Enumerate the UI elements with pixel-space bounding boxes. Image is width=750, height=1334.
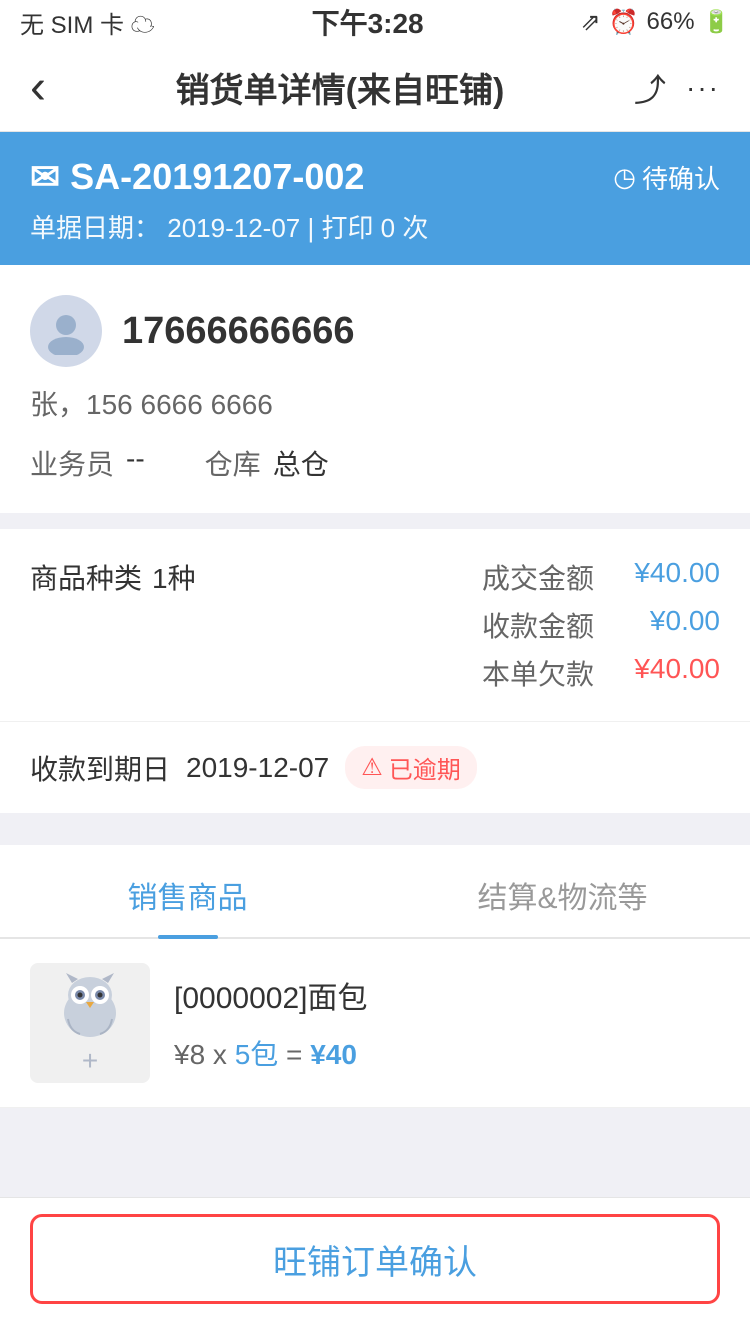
status-right: ⇗ ⏰ 66% 🔋: [581, 8, 730, 37]
customer-meta: 业务员 -- 仓库 总仓: [30, 443, 720, 483]
divider-1: [0, 513, 750, 529]
price-text: ¥8 x: [174, 1039, 235, 1070]
status-time: 下午3:28: [312, 2, 424, 42]
transaction-row: 成交金额 ¥40.00: [482, 557, 720, 597]
tabs-section: 销售商品 结算&物流等: [0, 845, 750, 1108]
more-icon[interactable]: ···: [686, 72, 720, 104]
battery-text: 66%: [647, 8, 695, 36]
product-list: + [0000002]面包 ¥8 x 5包 = ¥40: [0, 939, 750, 1108]
summary-section: 商品种类 1种 成交金额 ¥40.00 收款金额 ¥0.00 本单欠款 ¥40.…: [0, 529, 750, 721]
order-date: 单据日期： 2019-12-07 | 打印 0 次: [30, 208, 720, 245]
tabs-header: 销售商品 结算&物流等: [0, 845, 750, 939]
salesperson-value: --: [126, 443, 145, 483]
category-count: 1种: [152, 557, 196, 597]
sim-status: 无 SIM 卡 ☁: [20, 5, 155, 40]
overdue-text: 已逾期: [389, 750, 461, 785]
nav-bar: ‹ 销货单详情(来自旺铺) ⤴ ···: [0, 44, 750, 132]
warehouse-value: 总仓: [273, 443, 329, 483]
product-image: +: [30, 963, 150, 1083]
tab-settlement[interactable]: 结算&物流等: [375, 845, 750, 937]
transaction-label: 成交金额: [482, 557, 594, 597]
order-id: ✉ SA-20191207-002: [30, 156, 364, 198]
qty-text: 5包: [235, 1039, 279, 1070]
due-date-value: 2019-12-07: [186, 752, 329, 784]
back-button[interactable]: ‹: [30, 60, 46, 115]
alarm-icon: ⏰: [609, 8, 639, 37]
status-clock-icon: ◷: [613, 162, 636, 193]
overdue-badge: ⚠ 已逾期: [345, 746, 477, 789]
summary-right: 成交金额 ¥40.00 收款金额 ¥0.00 本单欠款 ¥40.00: [482, 557, 720, 693]
divider-2: [0, 813, 750, 829]
order-status: ◷ 待确认: [613, 159, 720, 196]
separator-text: =: [278, 1039, 310, 1070]
product-item: + [0000002]面包 ¥8 x 5包 = ¥40: [0, 939, 750, 1108]
battery-icon: 🔋: [703, 9, 730, 35]
due-label: 本单欠款: [482, 653, 594, 693]
order-icon: ✉: [30, 156, 60, 198]
status-bar: 无 SIM 卡 ☁ 下午3:28 ⇗ ⏰ 66% 🔋: [0, 0, 750, 44]
due-date-row: 收款到期日 2019-12-07 ⚠ 已逾期: [30, 746, 720, 789]
salesperson-label: 业务员: [30, 443, 114, 483]
salesperson-meta: 业务员 --: [30, 443, 145, 483]
nav-left: ‹: [30, 60, 46, 115]
nav-title: 销货单详情(来自旺铺): [176, 63, 505, 112]
nav-right: ⤴ ···: [634, 65, 720, 111]
summary-left: 商品种类 1种: [30, 557, 196, 597]
customer-name: 张，156 6666 6666: [30, 383, 720, 423]
tab-sales-goods[interactable]: 销售商品: [0, 845, 375, 937]
category-label: 商品种类: [30, 557, 142, 597]
total-text: ¥40: [310, 1039, 357, 1070]
owl-logo: +: [50, 969, 130, 1077]
due-amount: ¥40.00: [610, 653, 720, 693]
product-price: ¥8 x 5包 = ¥40: [174, 1033, 720, 1073]
warehouse-label: 仓库: [205, 443, 261, 483]
collected-amount: ¥0.00: [610, 605, 720, 645]
due-date-label: 收款到期日: [30, 748, 170, 788]
warehouse-meta: 仓库 总仓: [205, 443, 329, 483]
due-row: 本单欠款 ¥40.00: [482, 653, 720, 693]
order-id-value: SA-20191207-002: [70, 156, 364, 198]
order-header: ✉ SA-20191207-002 ◷ 待确认 单据日期： 2019-12-07…: [0, 132, 750, 265]
order-status-text: 待确认: [642, 159, 720, 196]
due-section: 收款到期日 2019-12-07 ⚠ 已逾期: [0, 721, 750, 813]
avatar: [30, 295, 102, 367]
customer-section: 17666666666 张，156 6666 6666 业务员 -- 仓库 总仓: [0, 265, 750, 513]
collected-label: 收款金额: [482, 605, 594, 645]
confirm-button[interactable]: 旺铺订单确认: [30, 1214, 720, 1304]
location-icon: ⇗: [581, 8, 601, 37]
customer-phone: 17666666666: [122, 310, 354, 353]
share-icon[interactable]: ⤴: [634, 65, 666, 111]
bottom-bar: 旺铺订单确认: [0, 1197, 750, 1334]
collected-row: 收款金额 ¥0.00: [482, 605, 720, 645]
product-name: [0000002]面包: [174, 973, 720, 1017]
status-left: 无 SIM 卡 ☁: [20, 5, 155, 40]
product-info: [0000002]面包 ¥8 x 5包 = ¥40: [174, 973, 720, 1073]
logo-plus: +: [82, 1045, 98, 1077]
transaction-amount: ¥40.00: [610, 557, 720, 597]
warning-icon: ⚠: [361, 753, 383, 782]
